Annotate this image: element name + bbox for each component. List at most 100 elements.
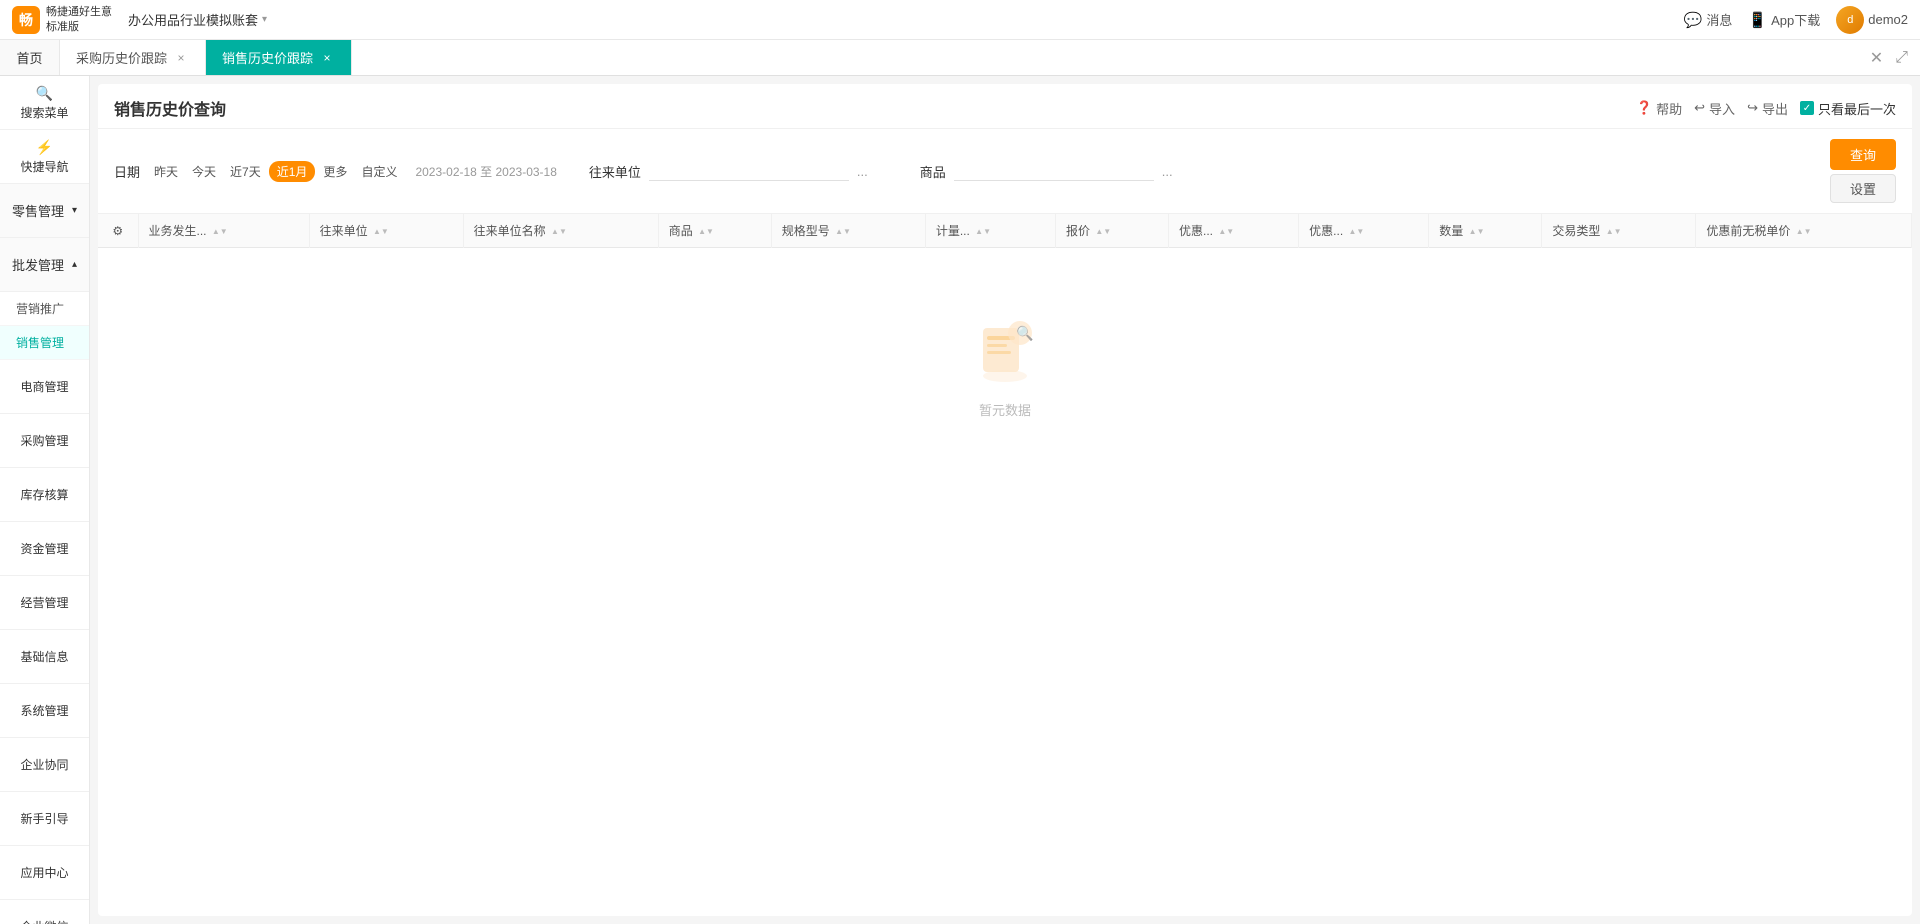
- col-unit-label: 计量...: [936, 224, 970, 238]
- col-discount1[interactable]: 优惠... ▲▼: [1169, 214, 1299, 248]
- user-action[interactable]: d demo2: [1836, 6, 1908, 34]
- date-btn-custom[interactable]: 自定义: [355, 161, 403, 182]
- logo-icon: 畅: [12, 6, 40, 34]
- only-last-checkbox[interactable]: ✓ 只看最后一次: [1800, 99, 1896, 118]
- download-action[interactable]: 📱 App下载: [1748, 10, 1820, 29]
- import-button[interactable]: ↩ 导入: [1694, 99, 1735, 118]
- col-business-date[interactable]: 业务发生... ▲▼: [138, 214, 309, 248]
- message-label: 消息: [1706, 10, 1732, 29]
- close-tab-icon[interactable]: ✕: [1866, 46, 1887, 70]
- workspace-name: 办公用品行业模拟账套: [128, 10, 258, 29]
- col-partner-name[interactable]: 往来单位名称 ▲▼: [463, 214, 658, 248]
- col-quote[interactable]: 报价 ▲▼: [1055, 214, 1168, 248]
- sort-icon-trade-type: ▲▼: [1606, 227, 1622, 236]
- date-btn-more[interactable]: 更多: [317, 161, 353, 182]
- col-pretax-price[interactable]: 优惠前无税单价 ▲▼: [1696, 214, 1912, 248]
- tab-purchase[interactable]: 采购历史价跟踪 ×: [60, 40, 206, 75]
- sidebar-item-system[interactable]: 系统管理: [0, 684, 89, 738]
- date-btn-1month[interactable]: 近1月: [269, 161, 316, 182]
- chevron-down-icon: ▾: [262, 14, 267, 25]
- goods-ellipsis[interactable]: ...: [1162, 164, 1173, 179]
- content-area: 销售历史价查询 ❓ 帮助 ↩ 导入 ↪ 导出 ✓: [90, 76, 1920, 924]
- maximize-icon[interactable]: ⤢: [1891, 47, 1912, 69]
- export-button[interactable]: ↪ 导出: [1747, 99, 1788, 118]
- col-unit[interactable]: 计量... ▲▼: [925, 214, 1055, 248]
- sidebar-sub-marketing[interactable]: 营销推广: [0, 292, 89, 326]
- col-partner-code[interactable]: 往来单位 ▲▼: [309, 214, 463, 248]
- col-goods-label: 商品: [669, 224, 693, 238]
- sidebar-item-ecommerce[interactable]: 电商管理: [0, 360, 89, 414]
- header-left: 畅 畅捷通好生意 标准版 办公用品行业模拟账套 ▾: [12, 5, 275, 34]
- page-title-actions: ❓ 帮助 ↩ 导入 ↪ 导出 ✓ 只看最后一次: [1636, 99, 1896, 118]
- sidebar-item-wholesale[interactable]: 批发管理 ▴: [0, 238, 89, 292]
- date-btn-7days[interactable]: 近7天: [224, 161, 267, 182]
- col-settings[interactable]: ⚙: [98, 214, 138, 248]
- sort-icon-discount1: ▲▼: [1218, 227, 1234, 236]
- tab-home-label: 首页: [16, 48, 42, 67]
- search-menu-label: 搜索菜单: [20, 104, 68, 121]
- page-title: 销售历史价查询: [114, 96, 226, 120]
- date-filter-label: 日期: [114, 162, 140, 181]
- sidebar-item-basic[interactable]: 基础信息: [0, 630, 89, 684]
- goods-input[interactable]: [954, 161, 1154, 181]
- sidebar-item-search[interactable]: 🔍 搜索菜单: [0, 76, 89, 130]
- tab-purchase-close[interactable]: ×: [173, 50, 189, 66]
- username-label: demo2: [1868, 12, 1908, 27]
- col-spec[interactable]: 规格型号 ▲▼: [771, 214, 925, 248]
- date-filter-group: 日期 昨天 今天 近7天 近1月 更多 自定义 2023-02-18 至 202…: [114, 161, 557, 182]
- settings-button[interactable]: 设置: [1830, 174, 1896, 203]
- col-goods[interactable]: 商品 ▲▼: [658, 214, 771, 248]
- col-trade-type[interactable]: 交易类型 ▲▼: [1542, 214, 1696, 248]
- sort-icon-partner-code: ▲▼: [373, 227, 389, 236]
- table-header: ⚙ 业务发生... ▲▼ 往来单位 ▲▼ 往来单位名称: [98, 214, 1912, 248]
- query-button[interactable]: 查询: [1830, 139, 1896, 170]
- help-button[interactable]: ❓ 帮助: [1636, 99, 1682, 118]
- table-settings-icon[interactable]: ⚙: [112, 224, 123, 238]
- logo-text: 畅捷通好生意 标准版: [46, 5, 112, 34]
- ecommerce-label: 电商管理: [20, 378, 68, 395]
- sidebar-item-inventory[interactable]: 库存核算: [0, 468, 89, 522]
- tab-home[interactable]: 首页: [0, 40, 60, 75]
- date-btn-yesterday[interactable]: 昨天: [148, 161, 184, 182]
- partner-filter-group: 往来单位 ...: [589, 161, 868, 181]
- sidebar-sub-sales[interactable]: 销售管理: [0, 326, 89, 360]
- purchase-label: 采购管理: [20, 432, 68, 449]
- operations-label: 经营管理: [20, 594, 68, 611]
- sort-icon-discount2: ▲▼: [1349, 227, 1365, 236]
- sidebar-item-quicknav[interactable]: ⚡ 快捷导航: [0, 130, 89, 184]
- tab-sales-label: 销售历史价跟踪: [222, 48, 313, 67]
- empty-text: 暂元数据: [979, 400, 1031, 419]
- sort-icon-goods: ▲▼: [698, 227, 714, 236]
- col-quantity[interactable]: 数量 ▲▼: [1429, 214, 1542, 248]
- partner-ellipsis[interactable]: ...: [857, 164, 868, 179]
- sidebar-item-retail[interactable]: 零售管理 ▾: [0, 184, 89, 238]
- col-discount2[interactable]: 优惠... ▲▼: [1299, 214, 1429, 248]
- empty-state: 🔍 暂元数据: [98, 248, 1912, 479]
- quicknav-label: 快捷导航: [20, 158, 68, 175]
- date-range-display: 2023-02-18 至 2023-03-18: [415, 163, 556, 180]
- sort-icon-pretax-price: ▲▼: [1796, 227, 1812, 236]
- checkbox-checked-icon: ✓: [1800, 101, 1814, 115]
- sidebar-item-appstore[interactable]: 应用中心: [0, 846, 89, 900]
- partner-input[interactable]: [649, 161, 849, 181]
- sales-mgmt-label: 销售管理: [16, 334, 64, 351]
- sidebar-item-operations[interactable]: 经营管理: [0, 576, 89, 630]
- tab-sales[interactable]: 销售历史价跟踪 ×: [206, 40, 352, 75]
- help-icon: ❓: [1636, 100, 1652, 116]
- date-btn-today[interactable]: 今天: [186, 161, 222, 182]
- sort-icon-quantity: ▲▼: [1469, 227, 1485, 236]
- sidebar-item-enterprise[interactable]: 企业协同: [0, 738, 89, 792]
- tab-sales-close[interactable]: ×: [319, 50, 335, 66]
- download-label: App下载: [1771, 10, 1820, 29]
- import-label: 导入: [1709, 99, 1735, 118]
- message-action[interactable]: 💬 消息: [1684, 10, 1733, 29]
- empty-icon: 🔍: [965, 308, 1045, 388]
- system-label: 系统管理: [20, 702, 68, 719]
- sidebar-item-finance[interactable]: 资金管理: [0, 522, 89, 576]
- col-spec-label: 规格型号: [782, 224, 830, 238]
- sidebar-item-guide[interactable]: 新手引导: [0, 792, 89, 846]
- workspace-selector[interactable]: 办公用品行业模拟账套 ▾: [120, 6, 275, 33]
- sidebar-item-wechat[interactable]: 企业微信: [0, 900, 89, 924]
- page-content: 销售历史价查询 ❓ 帮助 ↩ 导入 ↪ 导出 ✓: [98, 84, 1912, 916]
- sidebar-item-purchase[interactable]: 采购管理: [0, 414, 89, 468]
